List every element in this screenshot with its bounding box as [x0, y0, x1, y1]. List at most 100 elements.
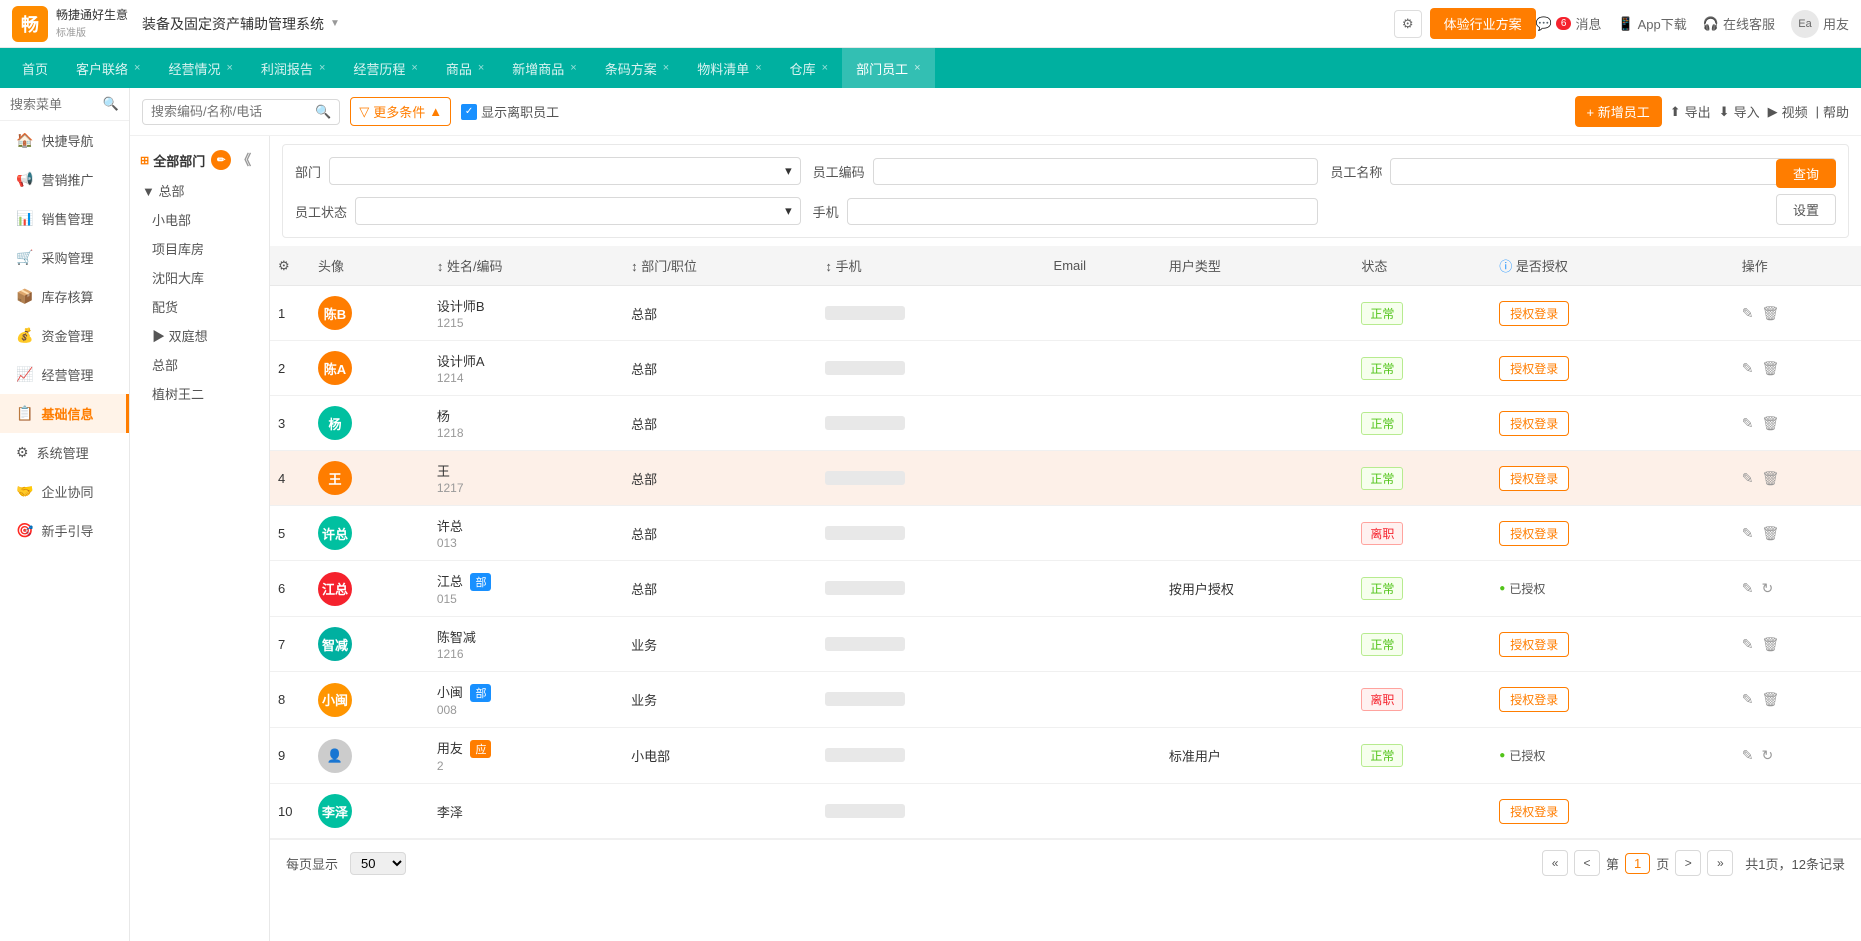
tab-staff[interactable]: 部门员工 × [842, 48, 934, 88]
tab-history[interactable]: 经营历程 × [339, 48, 431, 88]
tab-add-goods[interactable]: 新增商品 × [498, 48, 590, 88]
edit-icon[interactable]: ✎ [1742, 580, 1754, 597]
dept-tree-collapse-icon[interactable]: 《 [237, 150, 251, 170]
sidebar-item-nav[interactable]: 🏠 快捷导航 [0, 121, 129, 160]
sidebar-item-collab[interactable]: 🤝 企业协同 [0, 472, 129, 511]
sidebar-item-system[interactable]: ⚙ 系统管理 [0, 433, 129, 472]
tree-item-shuangting[interactable]: ▶ 双庭想 [130, 321, 269, 350]
auth-login-button[interactable]: 授权登录 [1499, 301, 1569, 326]
sidebar-item-purchase[interactable]: 🛒 采购管理 [0, 238, 129, 277]
tab-warehouse[interactable]: 仓库 × [776, 48, 842, 88]
row-index: 8 [270, 672, 310, 728]
empstatus-select[interactable]: ▾ [355, 197, 801, 225]
row-index: 5 [270, 506, 310, 561]
app-download-button[interactable]: 📱 App下载 [1617, 14, 1686, 33]
edit-icon[interactable]: ✎ [1742, 470, 1754, 487]
auth-login-button[interactable]: 授权登录 [1499, 411, 1569, 436]
tree-item-shenyang[interactable]: 沈阳大库 [130, 263, 269, 292]
col-settings[interactable]: ⚙ [270, 246, 310, 286]
help-button[interactable]: | 帮助 [1816, 102, 1849, 121]
settings-button[interactable]: ⚙ [1394, 10, 1422, 38]
tab-goods[interactable]: 商品 × [432, 48, 498, 88]
sidebar-search-input[interactable] [10, 97, 103, 112]
row-phone [817, 672, 1045, 728]
tree-item-zongbu2[interactable]: 总部 [130, 350, 269, 379]
edit-icon[interactable]: ✎ [1742, 360, 1754, 377]
delete-icon[interactable]: 🗑 [1761, 525, 1779, 542]
edit-icon[interactable]: ✎ [1742, 305, 1754, 322]
auth-login-button[interactable]: 授权登录 [1499, 632, 1569, 657]
delete-icon[interactable]: 🗑 [1761, 691, 1779, 708]
refresh-icon[interactable]: ↻ [1761, 747, 1773, 764]
message-button[interactable]: 💬 6 消息 [1536, 14, 1602, 33]
sidebar-search[interactable]: 🔍 [0, 88, 129, 121]
tab-profit[interactable]: 利润报告 × [247, 48, 339, 88]
row-dept [623, 784, 817, 839]
delete-icon[interactable]: 🗑 [1761, 415, 1779, 432]
empcode-input[interactable] [873, 158, 1319, 185]
query-button[interactable]: 查询 [1776, 159, 1836, 188]
current-page-input[interactable]: 1 [1625, 853, 1650, 874]
sidebar-item-operation[interactable]: 📈 经营管理 [0, 355, 129, 394]
tab-operation[interactable]: 经营情况 × [154, 48, 246, 88]
edit-icon[interactable]: ✎ [1742, 636, 1754, 653]
edit-icon[interactable]: ✎ [1742, 525, 1754, 542]
delete-icon[interactable]: 🗑 [1761, 360, 1779, 377]
auth-login-button[interactable]: 授权登录 [1499, 466, 1569, 491]
sidebar-item-finance[interactable]: 💰 资金管理 [0, 316, 129, 355]
tab-bom[interactable]: 物料清单 × [683, 48, 775, 88]
trial-button[interactable]: 体验行业方案 [1430, 8, 1536, 39]
refresh-icon[interactable]: ↻ [1761, 580, 1773, 597]
last-page-button[interactable]: » [1707, 850, 1733, 876]
video-button[interactable]: ▶ 视频 [1768, 102, 1808, 121]
sub-toolbar: 🔍 ▽ 更多条件 ▲ ✓ 显示离职员工 + 新增员工 ⬆ 导出 ⬇ 导入 [130, 88, 1861, 136]
col-phone[interactable]: ↕ 手机 [817, 246, 1045, 286]
tree-item-zongbu[interactable]: ▼ 总部 [130, 176, 269, 205]
delete-icon[interactable]: 🗑 [1761, 636, 1779, 653]
auth-login-button[interactable]: 授权登录 [1499, 356, 1569, 381]
tree-item-peihuo[interactable]: 配货 [130, 292, 269, 321]
delete-icon[interactable]: 🗑 [1761, 305, 1779, 322]
edit-icon[interactable]: ✎ [1742, 691, 1754, 708]
online-service-button[interactable]: 🎧 在线客服 [1703, 14, 1775, 33]
employee-search[interactable]: 🔍 [142, 99, 340, 125]
employee-search-input[interactable] [151, 104, 311, 119]
row-name: 设计师A1214 [429, 341, 623, 396]
add-employee-button[interactable]: + 新增员工 [1575, 96, 1662, 127]
col-name[interactable]: ↕ 姓名/编码 [429, 246, 623, 286]
sidebar-item-sales[interactable]: 📊 销售管理 [0, 199, 129, 238]
sidebar-item-guide[interactable]: 🎯 新手引导 [0, 511, 129, 550]
user-avatar[interactable]: Ea 用友 [1791, 10, 1849, 38]
system-name[interactable]: 装备及固定资产辅助管理系统 ▼ [142, 14, 1386, 34]
tab-home[interactable]: 首页 [8, 48, 62, 88]
delete-icon[interactable]: 🗑 [1761, 470, 1779, 487]
prev-page-button[interactable]: < [1574, 850, 1600, 876]
edit-icon[interactable]: ✎ [1742, 415, 1754, 432]
phone-input[interactable] [847, 198, 1319, 225]
sidebar-item-inventory[interactable]: 📦 库存核算 [0, 277, 129, 316]
first-page-button[interactable]: « [1542, 850, 1568, 876]
auth-login-button[interactable]: 授权登录 [1499, 799, 1569, 824]
tree-item-zhishu[interactable]: 植树王二 [130, 379, 269, 408]
sidebar-item-label: 新手引导 [41, 521, 93, 540]
tab-customer[interactable]: 客户联络 × [62, 48, 154, 88]
tab-barcode[interactable]: 条码方案 × [591, 48, 683, 88]
page-size-select[interactable]: 50 100 [350, 852, 406, 875]
tree-item-project[interactable]: 项目库房 [130, 234, 269, 263]
show-inactive-checkbox[interactable]: ✓ 显示离职员工 [461, 102, 559, 121]
more-filter-button[interactable]: ▽ 更多条件 ▲ [350, 97, 451, 126]
sidebar-item-basic[interactable]: 📋 基础信息 [0, 394, 129, 433]
auth-login-button[interactable]: 授权登录 [1499, 521, 1569, 546]
col-dept[interactable]: ↕ 部门/职位 [623, 246, 817, 286]
edit-icon[interactable]: ✎ [1742, 747, 1754, 764]
import-button[interactable]: ⬇ 导入 [1719, 102, 1760, 121]
dept-edit-button[interactable]: ✏ [211, 150, 231, 170]
reset-button[interactable]: 设置 [1776, 194, 1836, 225]
export-button[interactable]: ⬆ 导出 [1670, 102, 1711, 121]
tree-item-xiaodian[interactable]: 小电部 [130, 205, 269, 234]
empname-input[interactable] [1390, 158, 1836, 185]
auth-login-button[interactable]: 授权登录 [1499, 687, 1569, 712]
next-page-button[interactable]: > [1675, 850, 1701, 876]
dept-select[interactable]: ▾ [329, 157, 801, 185]
sidebar-item-marketing[interactable]: 📢 营销推广 [0, 160, 129, 199]
